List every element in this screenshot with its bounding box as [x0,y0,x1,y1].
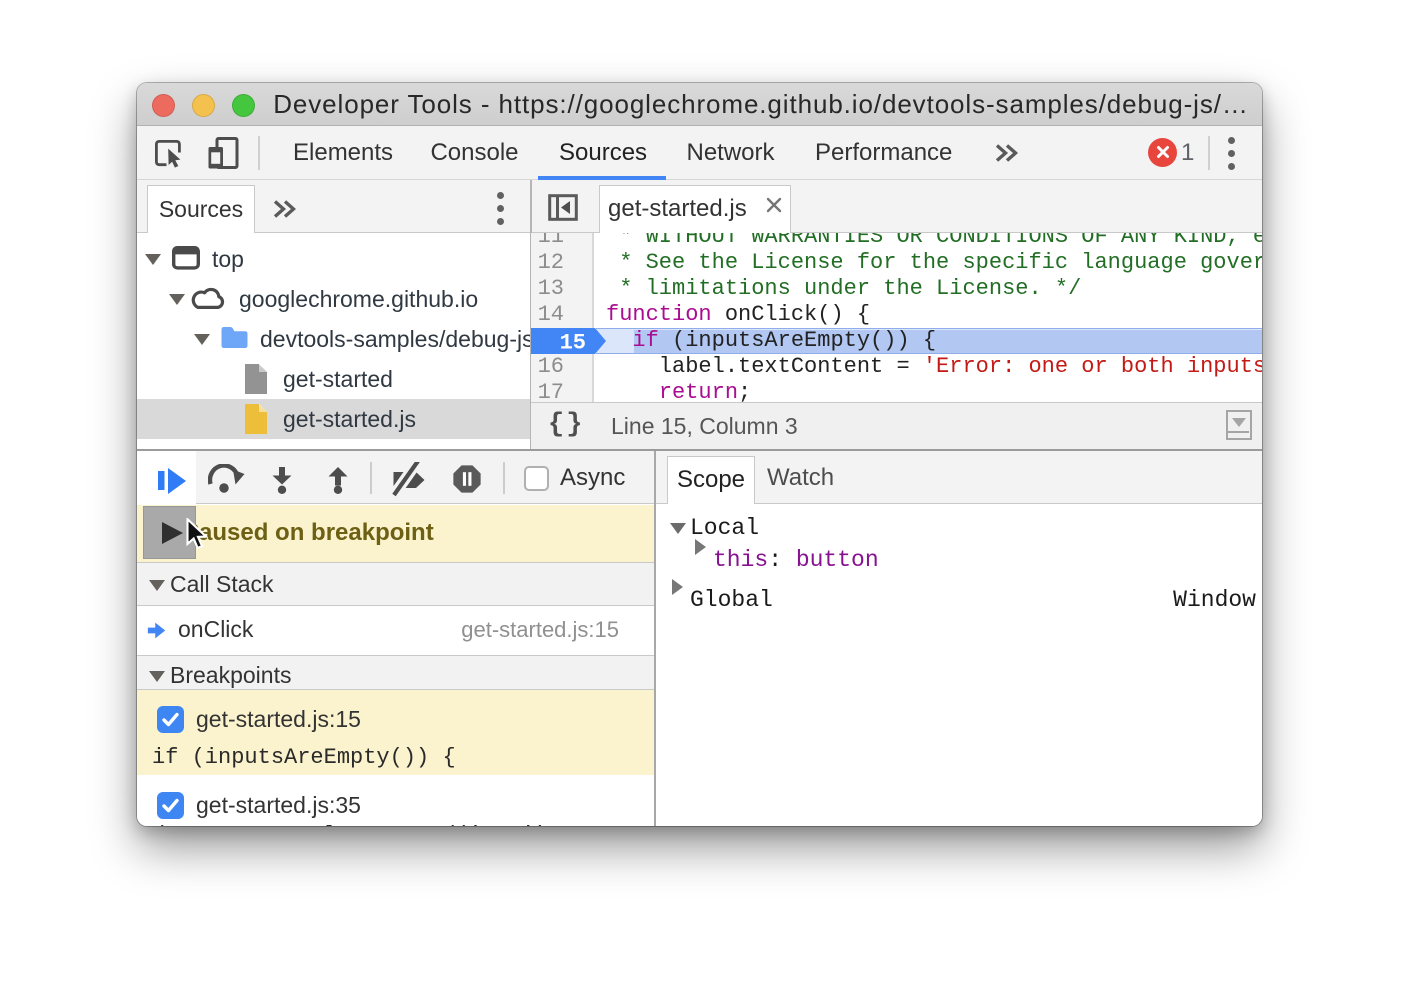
svg-text:15: 15 [560,331,586,355]
